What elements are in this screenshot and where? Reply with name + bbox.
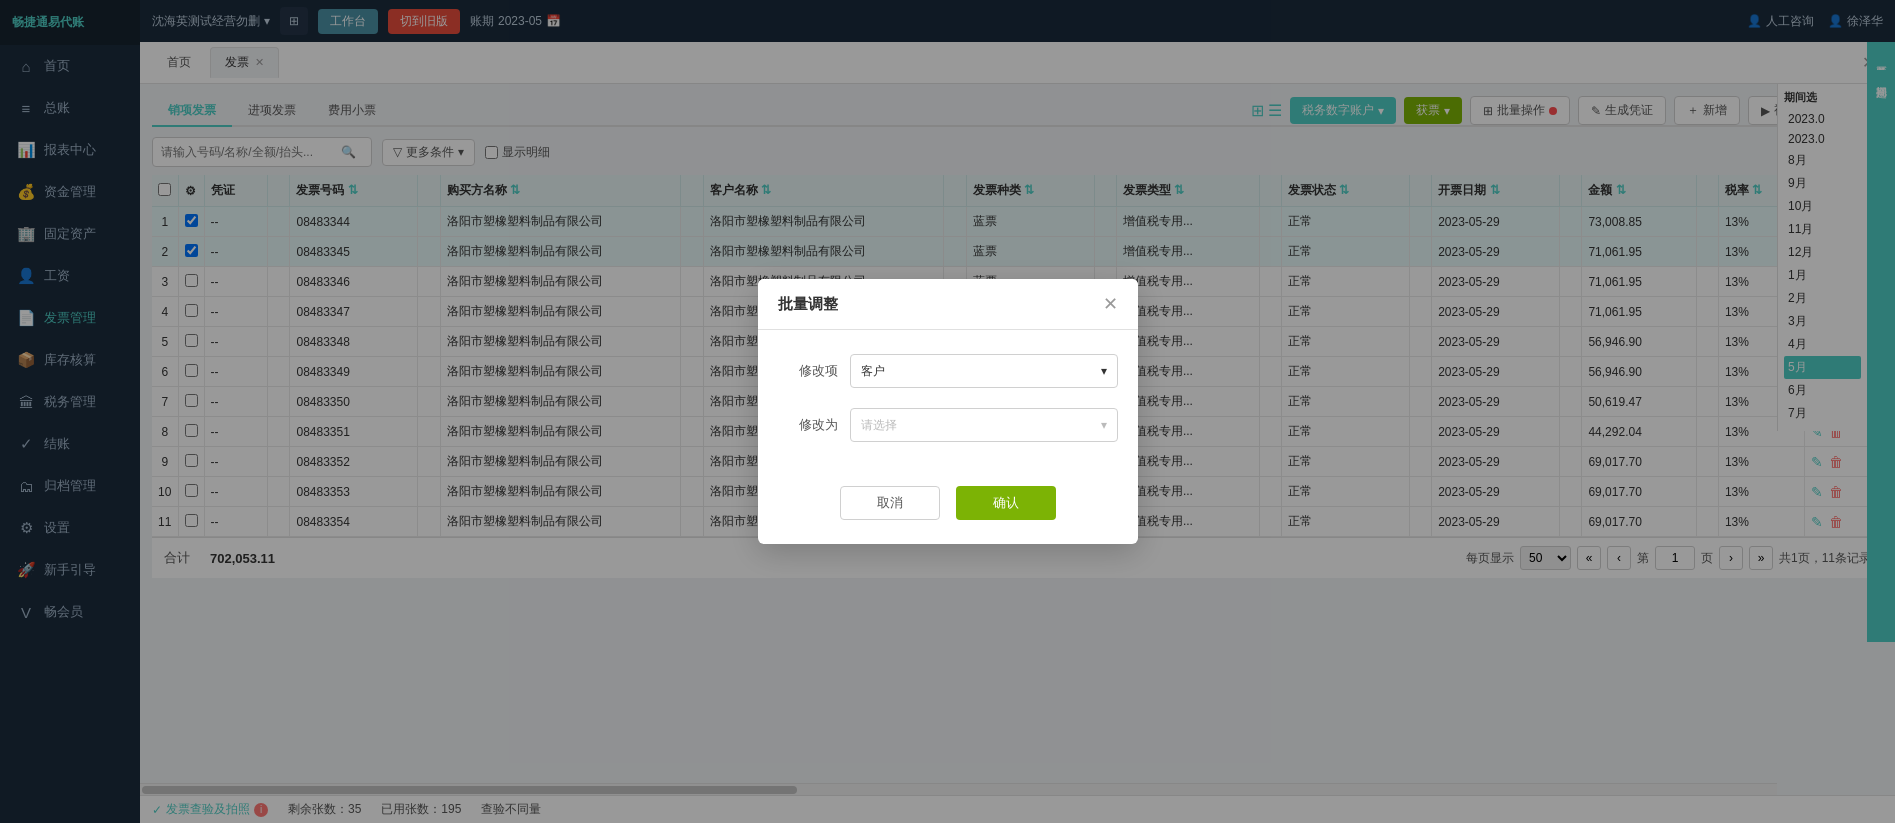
form-label-value: 修改为 [778,416,838,434]
modal-confirm-btn[interactable]: 确认 [956,486,1056,520]
chevron-down-icon: ▾ [1101,364,1107,378]
modal-close-btn[interactable]: ✕ [1103,293,1118,315]
field-select[interactable]: 客户 ▾ [850,354,1118,388]
form-row-field: 修改项 客户 ▾ [778,354,1118,388]
modal-header: 批量调整 ✕ [758,279,1138,330]
chevron-down-icon-2: ▾ [1101,418,1107,432]
value-select[interactable]: 请选择 ▾ [850,408,1118,442]
form-row-value: 修改为 请选择 ▾ [778,408,1118,442]
modal-cancel-btn[interactable]: 取消 [840,486,940,520]
modal-footer: 取消 确认 [758,486,1138,544]
form-label-field: 修改项 [778,362,838,380]
batch-adjust-modal: 批量调整 ✕ 修改项 客户 ▾ 修改为 请选择 ▾ 取消 确认 [758,279,1138,544]
modal-overlay[interactable]: 批量调整 ✕ 修改项 客户 ▾ 修改为 请选择 ▾ 取消 确认 [0,0,1895,823]
modal-body: 修改项 客户 ▾ 修改为 请选择 ▾ [758,330,1138,486]
modal-title: 批量调整 [778,295,838,314]
